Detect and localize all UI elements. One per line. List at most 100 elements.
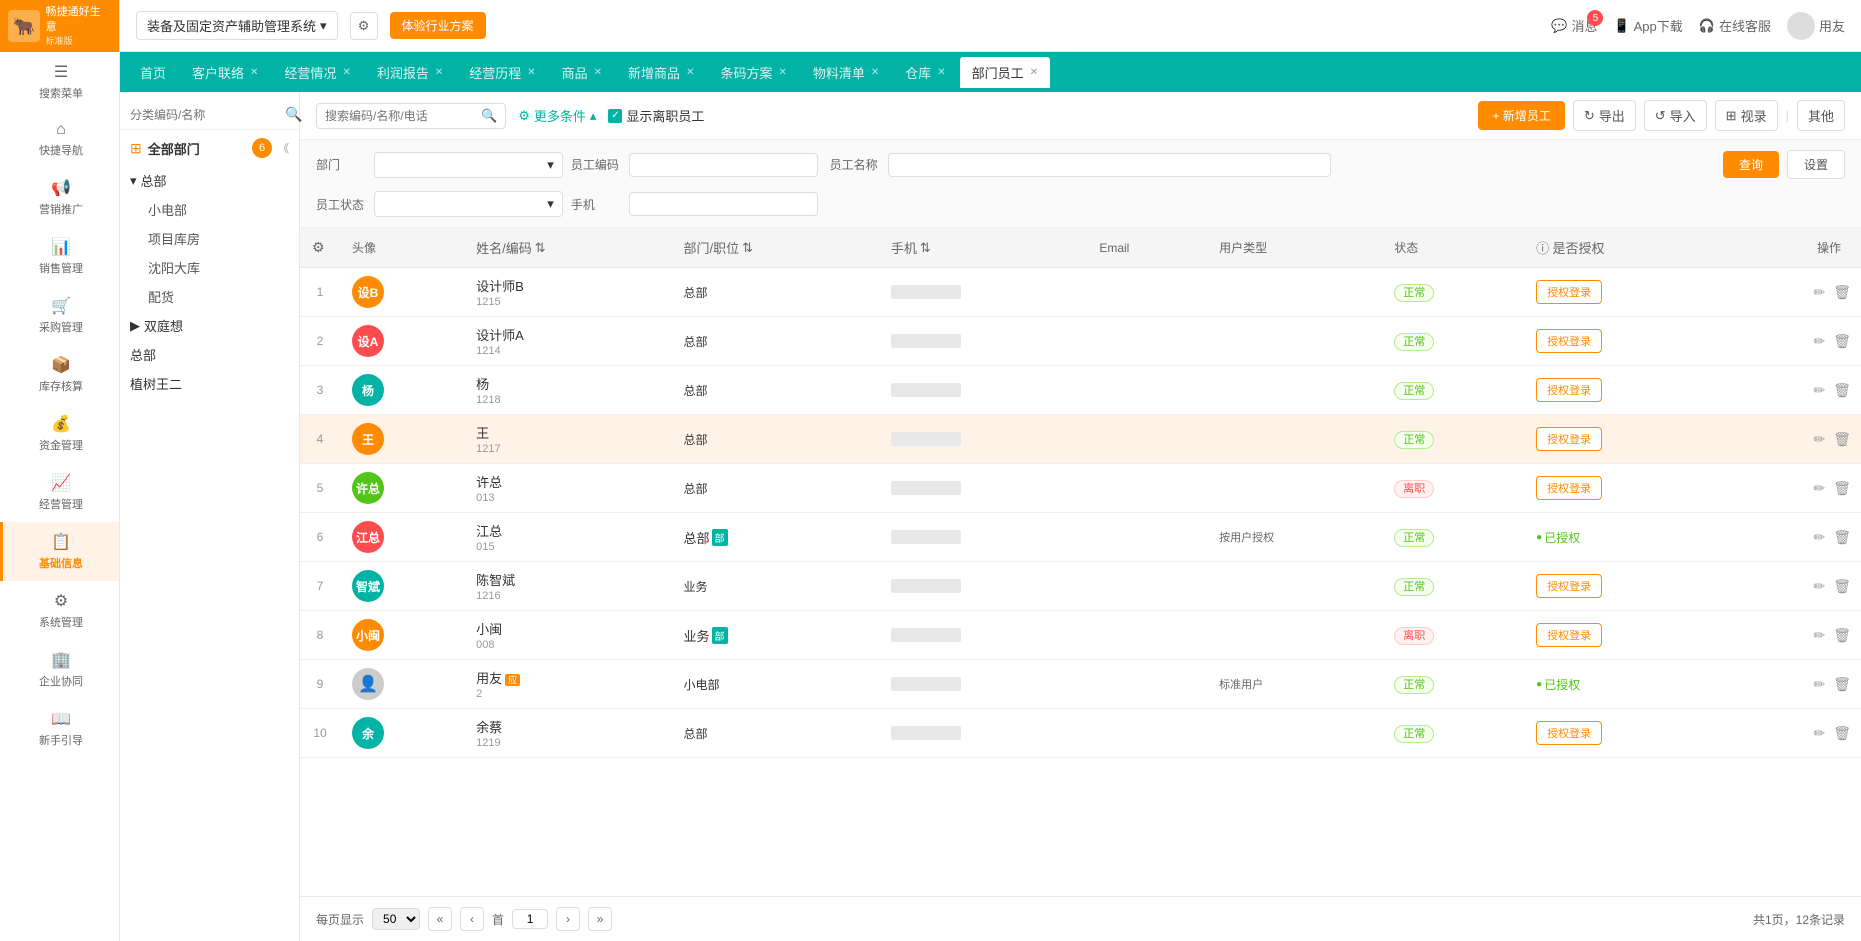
- sidebar-item-inventory[interactable]: 📦 库存核算: [0, 345, 119, 404]
- tab-business[interactable]: 经营情况 ✕: [272, 57, 362, 88]
- emp-name-input[interactable]: [888, 153, 1332, 177]
- auth-button[interactable]: 授权登录: [1536, 623, 1602, 647]
- tab-close-barcode[interactable]: ✕: [778, 67, 786, 78]
- dept-node-head[interactable]: ▾ 总部: [120, 166, 299, 195]
- settings-button[interactable]: ⚙: [350, 12, 378, 40]
- prev-page-button[interactable]: ‹: [460, 907, 484, 931]
- tab-close-department[interactable]: ✕: [1030, 67, 1038, 78]
- tab-close-customer[interactable]: ✕: [250, 67, 258, 78]
- th-name[interactable]: 姓名/编码 ⇅: [464, 228, 671, 268]
- sidebar-item-system[interactable]: ⚙ 系统管理: [0, 581, 119, 640]
- edit-icon[interactable]: ✏: [1813, 676, 1825, 693]
- message-button[interactable]: 💬 消息 5: [1551, 16, 1597, 35]
- other-button[interactable]: 其他: [1797, 100, 1845, 131]
- view-button[interactable]: ⊞ 视录: [1715, 100, 1778, 131]
- show-resigned-checkbox[interactable]: ✓: [608, 109, 622, 123]
- auth-button[interactable]: 授权登录: [1536, 378, 1602, 402]
- edit-icon[interactable]: ✏: [1813, 480, 1825, 497]
- sidebar-item-basic-info[interactable]: 📋 基础信息: [0, 522, 119, 581]
- delete-icon[interactable]: 🗑: [1833, 480, 1851, 497]
- tab-profit[interactable]: 利润报告 ✕: [365, 57, 455, 88]
- sidebar-item-finance[interactable]: 💰 资金管理: [0, 404, 119, 463]
- dept-node-dual-dream[interactable]: ▶ 双庭想: [120, 311, 299, 340]
- more-conditions-button[interactable]: ⚙ 更多条件 ▴: [518, 106, 596, 125]
- per-page-select[interactable]: 50: [372, 908, 420, 930]
- page-input[interactable]: [512, 909, 548, 929]
- sidebar-item-quick-nav[interactable]: ⌂ 快捷导航: [0, 111, 119, 168]
- phone-input[interactable]: [629, 192, 818, 216]
- tab-close-profit[interactable]: ✕: [435, 67, 443, 78]
- sidebar-item-sales[interactable]: 📊 销售管理: [0, 227, 119, 286]
- tab-warehouse[interactable]: 仓库 ✕: [893, 57, 957, 88]
- edit-icon[interactable]: ✏: [1813, 578, 1825, 595]
- tab-material[interactable]: 物料清单 ✕: [801, 57, 891, 88]
- sidebar-item-guide[interactable]: 📖 新手引导: [0, 699, 119, 758]
- emp-status-select[interactable]: ▾: [374, 191, 563, 217]
- tab-department[interactable]: 部门员工 ✕: [960, 57, 1050, 88]
- system-selector[interactable]: 装备及固定资产辅助管理系统 ▾: [136, 11, 338, 40]
- next-page-button[interactable]: ›: [556, 907, 580, 931]
- dept-collapse-icon[interactable]: 《: [278, 140, 289, 156]
- edit-icon[interactable]: ✏: [1813, 529, 1825, 546]
- user-menu[interactable]: 用友: [1787, 12, 1845, 40]
- emp-code-input[interactable]: [629, 153, 818, 177]
- dept-node-shenyang[interactable]: 沈阳大库: [120, 253, 299, 282]
- tab-close-material[interactable]: ✕: [871, 67, 879, 78]
- dept-node-distribution[interactable]: 配货: [120, 282, 299, 311]
- dept-all-label[interactable]: 全部部门: [148, 139, 246, 158]
- delete-icon[interactable]: 🗑: [1833, 284, 1851, 301]
- sidebar-item-search[interactable]: ☰ 搜索菜单: [0, 52, 119, 111]
- th-phone[interactable]: 手机 ⇅: [879, 228, 1087, 268]
- edit-icon[interactable]: ✏: [1813, 382, 1825, 399]
- tab-home[interactable]: 首页: [128, 57, 178, 88]
- last-page-button[interactable]: »: [588, 907, 612, 931]
- tab-new-goods[interactable]: 新增商品 ✕: [616, 57, 706, 88]
- import-button[interactable]: ↺ 导入: [1644, 100, 1707, 131]
- first-page-button[interactable]: «: [428, 907, 452, 931]
- auth-button[interactable]: 授权登录: [1536, 574, 1602, 598]
- sidebar-item-enterprise[interactable]: 🏢 企业协同: [0, 640, 119, 699]
- tab-close-business[interactable]: ✕: [342, 67, 350, 78]
- sidebar-item-purchase[interactable]: 🛒 采购管理: [0, 286, 119, 345]
- employee-search-input[interactable]: [325, 109, 475, 123]
- edit-icon[interactable]: ✏: [1813, 333, 1825, 350]
- dept-node-project[interactable]: 项目库房: [120, 224, 299, 253]
- dept-search-input[interactable]: [130, 108, 285, 122]
- tab-close-new-goods[interactable]: ✕: [686, 67, 694, 78]
- sidebar-item-marketing[interactable]: 📢 营销推广: [0, 168, 119, 227]
- th-config[interactable]: ⚙: [300, 228, 340, 268]
- tab-barcode[interactable]: 条码方案 ✕: [708, 57, 798, 88]
- dept-filter-select[interactable]: ▾: [374, 152, 563, 178]
- dept-node-head2[interactable]: 总部: [120, 340, 299, 369]
- edit-icon[interactable]: ✏: [1813, 431, 1825, 448]
- show-resigned-toggle[interactable]: ✓ 显示离职员工: [608, 106, 704, 125]
- dept-node-xiao-dian[interactable]: 小电部: [120, 195, 299, 224]
- auth-button[interactable]: 授权登录: [1536, 329, 1602, 353]
- delete-icon[interactable]: 🗑: [1833, 529, 1851, 546]
- tab-customer[interactable]: 客户联络 ✕: [180, 57, 270, 88]
- delete-icon[interactable]: 🗑: [1833, 725, 1851, 742]
- delete-icon[interactable]: 🗑: [1833, 627, 1851, 644]
- tab-close-goods[interactable]: ✕: [594, 67, 602, 78]
- add-employee-button[interactable]: + 新增员工: [1478, 101, 1564, 130]
- trial-button[interactable]: 体验行业方案: [390, 12, 486, 39]
- tab-goods[interactable]: 商品 ✕: [550, 57, 614, 88]
- delete-icon[interactable]: 🗑: [1833, 382, 1851, 399]
- dept-node-planting[interactable]: 植树王二: [120, 369, 299, 398]
- export-button[interactable]: ↻ 导出: [1573, 100, 1636, 131]
- sidebar-item-operations[interactable]: 📈 经营管理: [0, 463, 119, 522]
- auth-button[interactable]: 授权登录: [1536, 476, 1602, 500]
- config-icon[interactable]: ⚙: [312, 239, 325, 255]
- name-sort[interactable]: 姓名/编码 ⇅: [476, 238, 659, 257]
- tab-close-process[interactable]: ✕: [527, 67, 535, 78]
- delete-icon[interactable]: 🗑: [1833, 431, 1851, 448]
- tab-close-warehouse[interactable]: ✕: [937, 67, 945, 78]
- edit-icon[interactable]: ✏: [1813, 725, 1825, 742]
- edit-icon[interactable]: ✏: [1813, 627, 1825, 644]
- dept-sort[interactable]: 部门/职位 ⇅: [684, 238, 867, 257]
- auth-button[interactable]: 授权登录: [1536, 721, 1602, 745]
- delete-icon[interactable]: 🗑: [1833, 333, 1851, 350]
- auth-button[interactable]: 授权登录: [1536, 427, 1602, 451]
- delete-icon[interactable]: 🗑: [1833, 578, 1851, 595]
- online-service-button[interactable]: 🎧 在线客服: [1699, 16, 1771, 35]
